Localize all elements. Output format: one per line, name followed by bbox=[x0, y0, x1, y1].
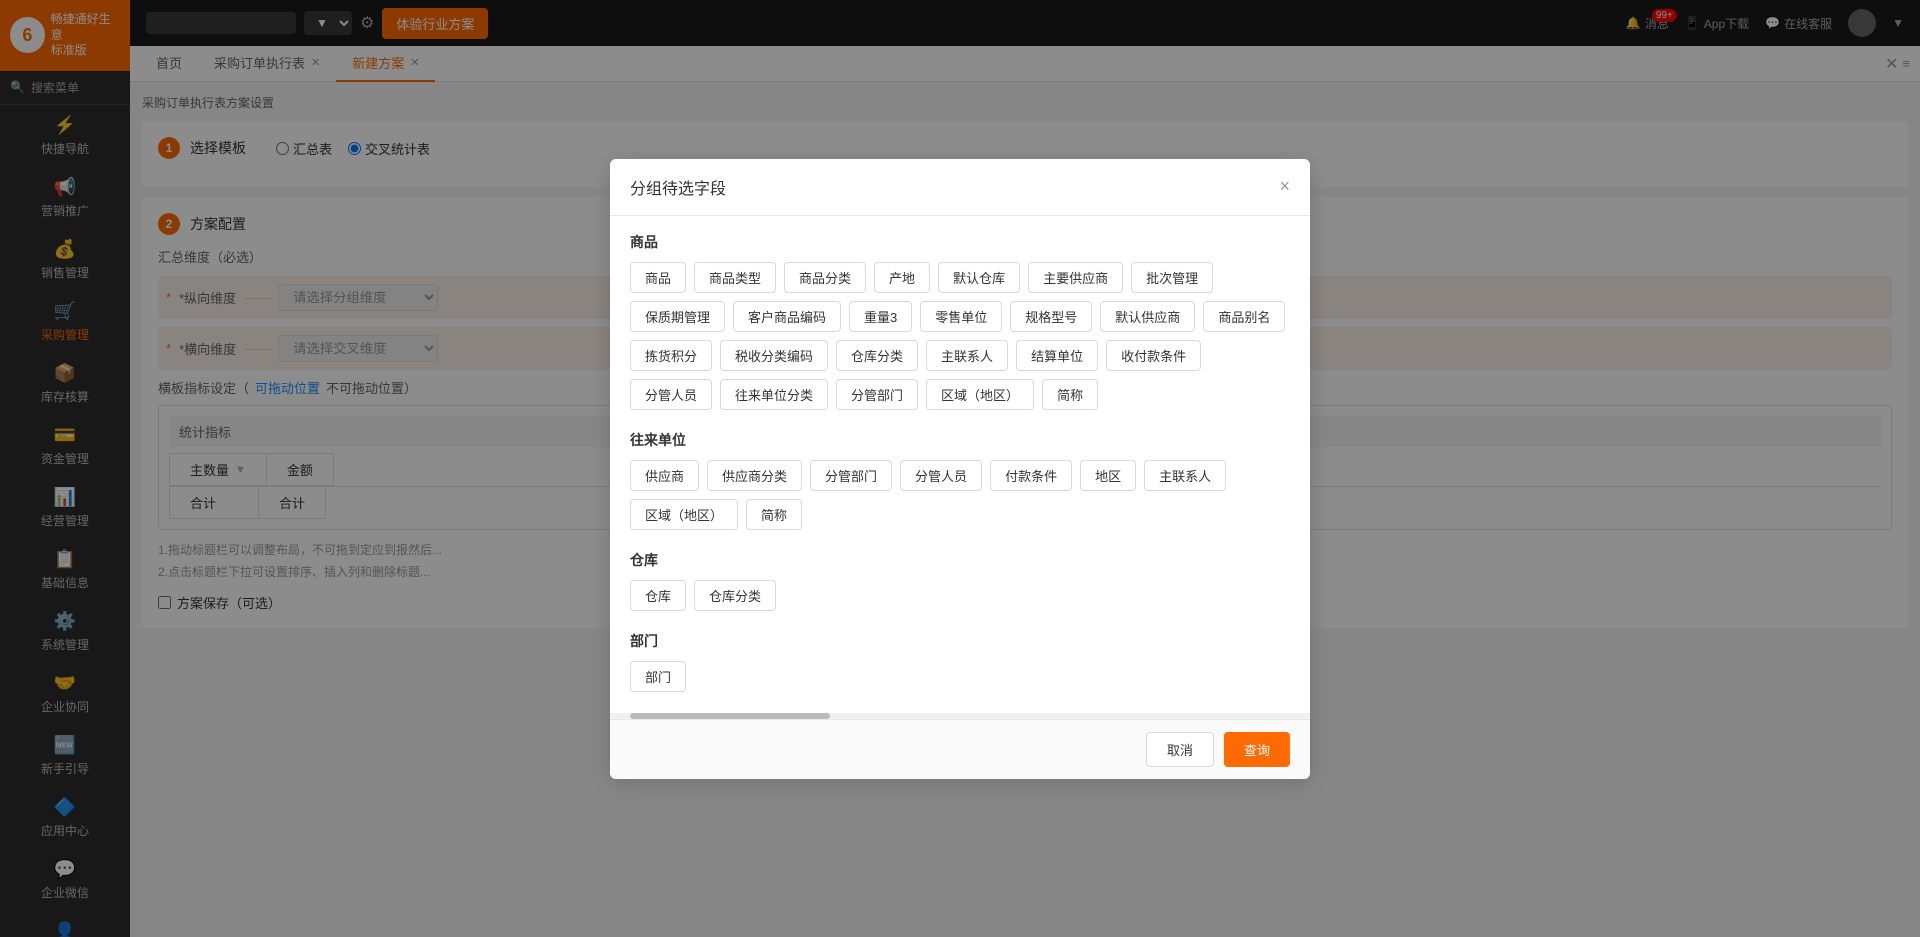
category-warehouse-title: 仓库 bbox=[630, 550, 1290, 570]
field-main-contact-partner[interactable]: 主联系人 bbox=[1144, 460, 1226, 491]
field-goods[interactable]: 商品 bbox=[630, 262, 686, 293]
modal-header: 分组待选字段 × bbox=[610, 159, 1310, 216]
field-dept[interactable]: 分管部门 bbox=[836, 379, 918, 410]
field-manager-partner[interactable]: 分管人员 bbox=[900, 460, 982, 491]
field-partner-category[interactable]: 往来单位分类 bbox=[720, 379, 828, 410]
field-default-warehouse[interactable]: 默认仓库 bbox=[938, 262, 1020, 293]
field-goods-type[interactable]: 商品类型 bbox=[694, 262, 776, 293]
category-goods: 商品 商品 商品类型 商品分类 产地 默认仓库 主要供应商 批次管理 保质期管理… bbox=[630, 232, 1290, 410]
field-expiry[interactable]: 保质期管理 bbox=[630, 301, 725, 332]
field-warehouse[interactable]: 仓库 bbox=[630, 580, 686, 611]
field-customer-goods-code[interactable]: 客户商品编码 bbox=[733, 301, 841, 332]
category-partner-title: 往来单位 bbox=[630, 430, 1290, 450]
category-goods-title: 商品 bbox=[630, 232, 1290, 252]
modal-footer: 取消 查询 bbox=[610, 719, 1310, 779]
field-area[interactable]: 地区 bbox=[1080, 460, 1136, 491]
modal-hscroll-thumb[interactable] bbox=[630, 713, 830, 719]
field-weight3[interactable]: 重量3 bbox=[849, 301, 912, 332]
category-department-fields: 部门 bbox=[630, 661, 1290, 692]
field-main-supplier[interactable]: 主要供应商 bbox=[1028, 262, 1123, 293]
modal-body: 商品 商品 商品类型 商品分类 产地 默认仓库 主要供应商 批次管理 保质期管理… bbox=[610, 216, 1310, 713]
field-main-contact[interactable]: 主联系人 bbox=[926, 340, 1008, 371]
modal-overlay: 分组待选字段 × 商品 商品 商品类型 商品分类 产地 默认仓库 主要供应商 批… bbox=[0, 0, 1920, 937]
field-region-partner[interactable]: 区域（地区） bbox=[630, 499, 738, 530]
field-batch[interactable]: 批次管理 bbox=[1131, 262, 1213, 293]
field-origin[interactable]: 产地 bbox=[874, 262, 930, 293]
category-partner: 往来单位 供应商 供应商分类 分管部门 分管人员 付款条件 地区 主联系人 区域… bbox=[630, 430, 1290, 530]
field-select-modal: 分组待选字段 × 商品 商品 商品类型 商品分类 产地 默认仓库 主要供应商 批… bbox=[610, 159, 1310, 779]
category-department: 部门 部门 bbox=[630, 631, 1290, 692]
field-manager[interactable]: 分管人员 bbox=[630, 379, 712, 410]
modal-horizontal-scrollbar[interactable] bbox=[610, 713, 1310, 719]
field-default-supplier[interactable]: 默认供应商 bbox=[1100, 301, 1195, 332]
field-short-name-goods[interactable]: 简称 bbox=[1042, 379, 1098, 410]
field-spec[interactable]: 规格型号 bbox=[1010, 301, 1092, 332]
field-department[interactable]: 部门 bbox=[630, 661, 686, 692]
field-supplier-category[interactable]: 供应商分类 bbox=[707, 460, 802, 491]
field-goods-alias[interactable]: 商品别名 bbox=[1203, 301, 1285, 332]
field-warehouse-category[interactable]: 仓库分类 bbox=[836, 340, 918, 371]
field-region-goods[interactable]: 区域（地区） bbox=[926, 379, 1034, 410]
field-short-name-partner[interactable]: 简称 bbox=[746, 499, 802, 530]
field-retail-unit[interactable]: 零售单位 bbox=[920, 301, 1002, 332]
modal-title: 分组待选字段 bbox=[630, 175, 726, 199]
field-warehouse-cat[interactable]: 仓库分类 bbox=[694, 580, 776, 611]
field-payment-terms-partner[interactable]: 付款条件 bbox=[990, 460, 1072, 491]
field-supplier[interactable]: 供应商 bbox=[630, 460, 699, 491]
field-dept-partner[interactable]: 分管部门 bbox=[810, 460, 892, 491]
category-goods-fields: 商品 商品类型 商品分类 产地 默认仓库 主要供应商 批次管理 保质期管理 客户… bbox=[630, 262, 1290, 410]
field-settlement-unit[interactable]: 结算单位 bbox=[1016, 340, 1098, 371]
field-pick-points[interactable]: 拣货积分 bbox=[630, 340, 712, 371]
modal-cancel-button[interactable]: 取消 bbox=[1146, 732, 1214, 767]
field-goods-category[interactable]: 商品分类 bbox=[784, 262, 866, 293]
category-warehouse: 仓库 仓库 仓库分类 bbox=[630, 550, 1290, 611]
modal-close-button[interactable]: × bbox=[1279, 176, 1290, 197]
field-tax-code[interactable]: 税收分类编码 bbox=[720, 340, 828, 371]
field-payment-terms[interactable]: 收付款条件 bbox=[1106, 340, 1201, 371]
modal-confirm-button[interactable]: 查询 bbox=[1224, 732, 1290, 767]
category-department-title: 部门 bbox=[630, 631, 1290, 651]
category-partner-fields: 供应商 供应商分类 分管部门 分管人员 付款条件 地区 主联系人 区域（地区） … bbox=[630, 460, 1290, 530]
category-warehouse-fields: 仓库 仓库分类 bbox=[630, 580, 1290, 611]
